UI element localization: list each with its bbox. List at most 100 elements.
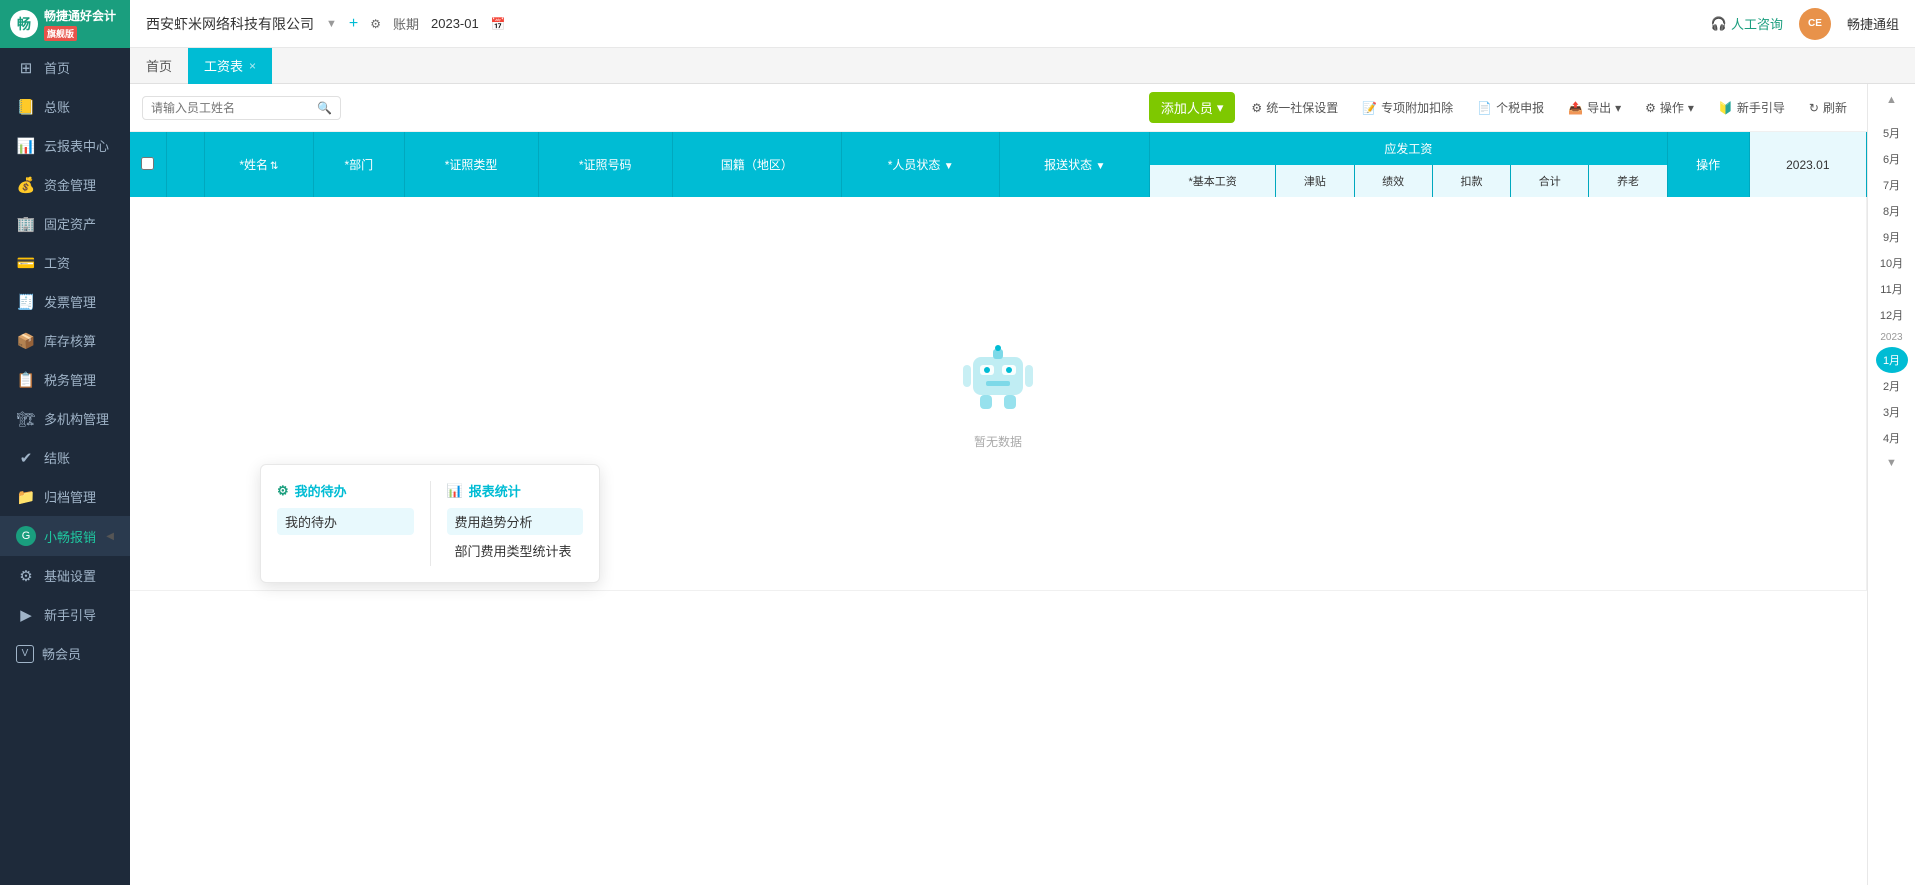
sidebar-item-guide[interactable]: ▶ 新手引导 — [0, 595, 130, 634]
operate-button[interactable]: ⚙ 操作 ▾ — [1637, 95, 1702, 120]
archive-icon: 📁 — [16, 488, 36, 506]
sub-col-pension: 养老 — [1589, 165, 1667, 197]
avatar-initials: CE — [1808, 18, 1822, 29]
sub-col-allowance: 津贴 — [1276, 165, 1354, 197]
guide-icon: ▶ — [16, 606, 36, 624]
month-1[interactable]: 1月 — [1876, 347, 1908, 373]
tab-salary-label: 工资表 — [204, 56, 243, 75]
export-button[interactable]: 📤 导出 ▾ — [1560, 95, 1629, 120]
sidebar-label-inventory: 库存核算 — [44, 331, 96, 350]
month-year-label — [1890, 112, 1894, 120]
select-all-checkbox[interactable] — [141, 157, 154, 170]
month-6[interactable]: 6月 — [1868, 146, 1915, 172]
report-icon: 📊 — [447, 483, 463, 499]
support-button[interactable]: 🎧 人工咨询 — [1711, 14, 1783, 33]
popup-item-dept-expense[interactable]: 部门费用类型统计表 — [447, 535, 584, 566]
period-value: 2023-01 — [431, 16, 479, 31]
calendar-icon[interactable]: 📅 — [491, 17, 506, 31]
sidebar-item-multi[interactable]: 🏗 多机构管理 — [0, 399, 130, 438]
tax-report-label: 个税申报 — [1496, 99, 1544, 116]
month-2[interactable]: 2月 — [1868, 373, 1915, 399]
month-10[interactable]: 10月 — [1868, 250, 1915, 276]
sidebar-item-salary[interactable]: 💳 工资 — [0, 243, 130, 282]
tab-home[interactable]: 首页 — [130, 48, 188, 84]
sidebar-label-xiaochang: 小畅报销 — [44, 527, 96, 546]
sidebar-item-assets[interactable]: 🏢 固定资产 — [0, 204, 130, 243]
collapse-icon: ◀ — [106, 531, 114, 542]
xiaochang-icon: G — [16, 526, 36, 546]
sidebar-item-funds[interactable]: 💰 资金管理 — [0, 165, 130, 204]
month-7[interactable]: 7月 — [1868, 172, 1915, 198]
sidebar-label-home: 首页 — [44, 58, 70, 77]
col-right-header: 2023.01 — [1749, 132, 1866, 197]
add-person-button[interactable]: 添加人员 ▾ — [1149, 92, 1236, 123]
todo-icon: ⚙ — [277, 483, 289, 499]
sidebar-item-ledger[interactable]: 📒 总账 — [0, 87, 130, 126]
sidebar-item-tax[interactable]: 📋 税务管理 — [0, 360, 130, 399]
col-group-yingfa: 应发工资 — [1150, 132, 1668, 165]
sidebar-item-invoice[interactable]: 🧾 发票管理 — [0, 282, 130, 321]
sub-col-performance: 绩效 — [1354, 165, 1432, 197]
month-3[interactable]: 3月 — [1868, 399, 1915, 425]
month-year-2023: 2023 — [1878, 328, 1904, 347]
sidebar-label-multi: 多机构管理 — [44, 409, 109, 428]
search-box: 🔍 — [142, 96, 341, 120]
sidebar-label-member: 畅会员 — [42, 644, 81, 663]
topbar-right: 🎧 人工咨询 CE 畅捷通组 — [1711, 8, 1899, 40]
new-guide-button[interactable]: 🔰 新手引导 — [1710, 95, 1793, 120]
special-icon: 📝 — [1362, 101, 1377, 115]
tax-report-button[interactable]: 📄 个税申报 — [1469, 95, 1552, 120]
sidebar-label-basic: 基础设置 — [44, 566, 96, 585]
special-deduction-button[interactable]: 📝 专项附加扣除 — [1354, 95, 1461, 120]
month-nav-down[interactable]: ▼ — [1880, 451, 1904, 475]
month-12[interactable]: 12月 — [1868, 302, 1915, 328]
home-icon: ⊞ — [16, 59, 36, 77]
sub-col-deduction: 扣款 — [1432, 165, 1510, 197]
month-8[interactable]: 8月 — [1868, 198, 1915, 224]
company-chevron-icon[interactable]: ▼ — [326, 18, 337, 30]
sidebar-item-home[interactable]: ⊞ 首页 — [0, 48, 130, 87]
month-11[interactable]: 11月 — [1868, 276, 1915, 302]
col-id-no: *证照号码 — [538, 132, 672, 197]
sidebar-label-guide: 新手引导 — [44, 605, 96, 624]
topbar-settings-icon[interactable]: ⚙ — [370, 17, 381, 31]
sidebar-item-inventory[interactable]: 📦 库存核算 — [0, 321, 130, 360]
social-icon: ⚙ — [1251, 101, 1262, 115]
sidebar-item-member[interactable]: V 畅会员 — [0, 634, 130, 673]
popup-item-my-todo[interactable]: 我的待办 — [277, 508, 414, 535]
refresh-icon: ↻ — [1809, 101, 1819, 115]
app-logo: 畅 畅捷通好会计 旗舰版 — [0, 0, 130, 48]
popup-inner: ⚙ 我的待办 我的待办 📊 报表统计 费用趋势分析 — [277, 481, 583, 566]
refresh-button[interactable]: ↻ 刷新 — [1801, 95, 1855, 120]
new-guide-icon: 🔰 — [1718, 101, 1733, 115]
operate-chevron-icon: ▾ — [1688, 101, 1694, 115]
topbar-add-icon[interactable]: + — [349, 15, 358, 33]
popup-item-expense-trend[interactable]: 费用趋势分析 — [447, 508, 584, 535]
sidebar-label-archive: 归档管理 — [44, 487, 96, 506]
topbar: 西安虾米网络科技有限公司 ▼ + ⚙ 账期 2023-01 📅 🎧 人工咨询 C… — [130, 0, 1915, 48]
popup-col-1: ⚙ 我的待办 我的待办 — [277, 481, 414, 566]
support-label: 人工咨询 — [1731, 14, 1783, 33]
sidebar-item-reports[interactable]: 📊 云报表中心 — [0, 126, 130, 165]
search-input[interactable] — [151, 101, 311, 115]
month-5[interactable]: 5月 — [1868, 120, 1915, 146]
sidebar-item-settle[interactable]: ✔ 结账 — [0, 438, 130, 477]
popup-divider — [430, 481, 431, 566]
sidebar-item-xiaochang[interactable]: G 小畅报销 ◀ — [0, 516, 130, 556]
col-id-type: *证照类型 — [404, 132, 538, 197]
sidebar-item-basic[interactable]: ⚙ 基础设置 — [0, 556, 130, 595]
refresh-label: 刷新 — [1823, 99, 1847, 116]
special-label: 专项附加扣除 — [1381, 99, 1453, 116]
month-nav-up[interactable]: ▲ — [1880, 88, 1904, 112]
social-settings-button[interactable]: ⚙ 统一社保设置 — [1243, 95, 1346, 120]
month-9[interactable]: 9月 — [1868, 224, 1915, 250]
sidebar: 畅 畅捷通好会计 旗舰版 ⊞ 首页 📒 总账 📊 云报表中心 💰 资金管理 🏢 … — [0, 0, 130, 885]
month-4[interactable]: 4月 — [1868, 425, 1915, 451]
basic-icon: ⚙ — [16, 567, 36, 585]
sidebar-item-archive[interactable]: 📁 归档管理 — [0, 477, 130, 516]
sidebar-label-assets: 固定资产 — [44, 214, 96, 233]
tab-salary-table[interactable]: 工资表 × — [188, 48, 272, 84]
tax-icon: 📋 — [16, 371, 36, 389]
tab-close-icon[interactable]: × — [249, 59, 256, 73]
export-icon: 📤 — [1568, 101, 1583, 115]
